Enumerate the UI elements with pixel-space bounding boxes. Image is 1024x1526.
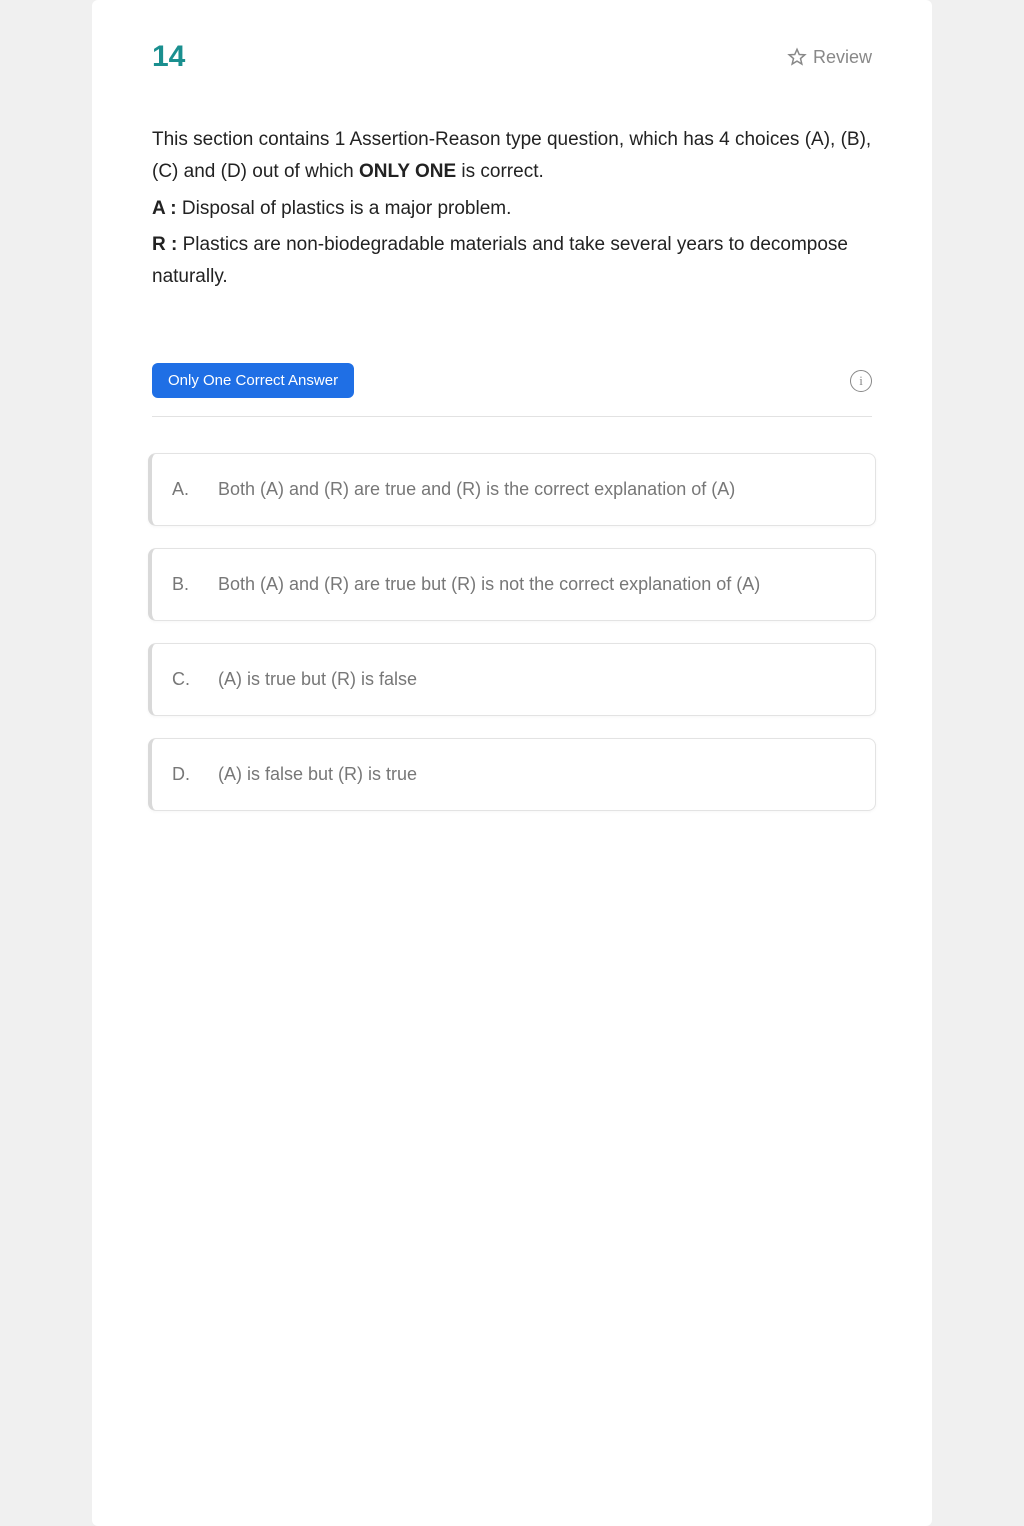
- reason-text: Plastics are non-biodegradable materials…: [152, 234, 848, 287]
- intro-tail: is correct.: [456, 161, 544, 182]
- option-text: Both (A) and (R) are true and (R) is the…: [218, 476, 735, 503]
- app-root: 14 Review This section contains 1 Assert…: [0, 0, 1024, 1526]
- option-text: Both (A) and (R) are true but (R) is not…: [218, 571, 760, 598]
- header-row: 14 Review: [92, 40, 932, 74]
- option-text: (A) is false but (R) is true: [218, 761, 417, 788]
- option-d[interactable]: D. (A) is false but (R) is true: [148, 738, 876, 811]
- option-c[interactable]: C. (A) is true but (R) is false: [148, 643, 876, 716]
- option-key: D.: [172, 764, 196, 785]
- assertion-text: Disposal of plastics is a major problem.: [182, 198, 511, 219]
- option-key: A.: [172, 479, 196, 500]
- badge-row: Only One Correct Answer i: [92, 363, 932, 398]
- question-body: This section contains 1 Assertion-Reason…: [92, 124, 932, 293]
- review-label: Review: [813, 47, 872, 68]
- assertion-label: A :: [152, 198, 182, 219]
- option-text: (A) is true but (R) is false: [218, 666, 417, 693]
- option-key: B.: [172, 574, 196, 595]
- assertion-line: A : Disposal of plastics is a major prob…: [152, 193, 872, 225]
- info-icon[interactable]: i: [850, 370, 872, 392]
- reason-line: R : Plastics are non-biodegradable mater…: [152, 229, 872, 294]
- answer-type-badge: Only One Correct Answer: [152, 363, 354, 398]
- option-b[interactable]: B. Both (A) and (R) are true but (R) is …: [148, 548, 876, 621]
- question-number: 14: [152, 40, 185, 74]
- question-intro: This section contains 1 Assertion-Reason…: [152, 124, 872, 189]
- divider: [152, 416, 872, 417]
- option-key: C.: [172, 669, 196, 690]
- reason-label: R :: [152, 234, 183, 255]
- options-list: A. Both (A) and (R) are true and (R) is …: [92, 453, 932, 811]
- star-icon: [787, 47, 807, 67]
- review-button[interactable]: Review: [787, 47, 872, 68]
- question-card: 14 Review This section contains 1 Assert…: [92, 0, 932, 1526]
- option-a[interactable]: A. Both (A) and (R) are true and (R) is …: [148, 453, 876, 526]
- intro-bold: ONLY ONE: [359, 161, 456, 182]
